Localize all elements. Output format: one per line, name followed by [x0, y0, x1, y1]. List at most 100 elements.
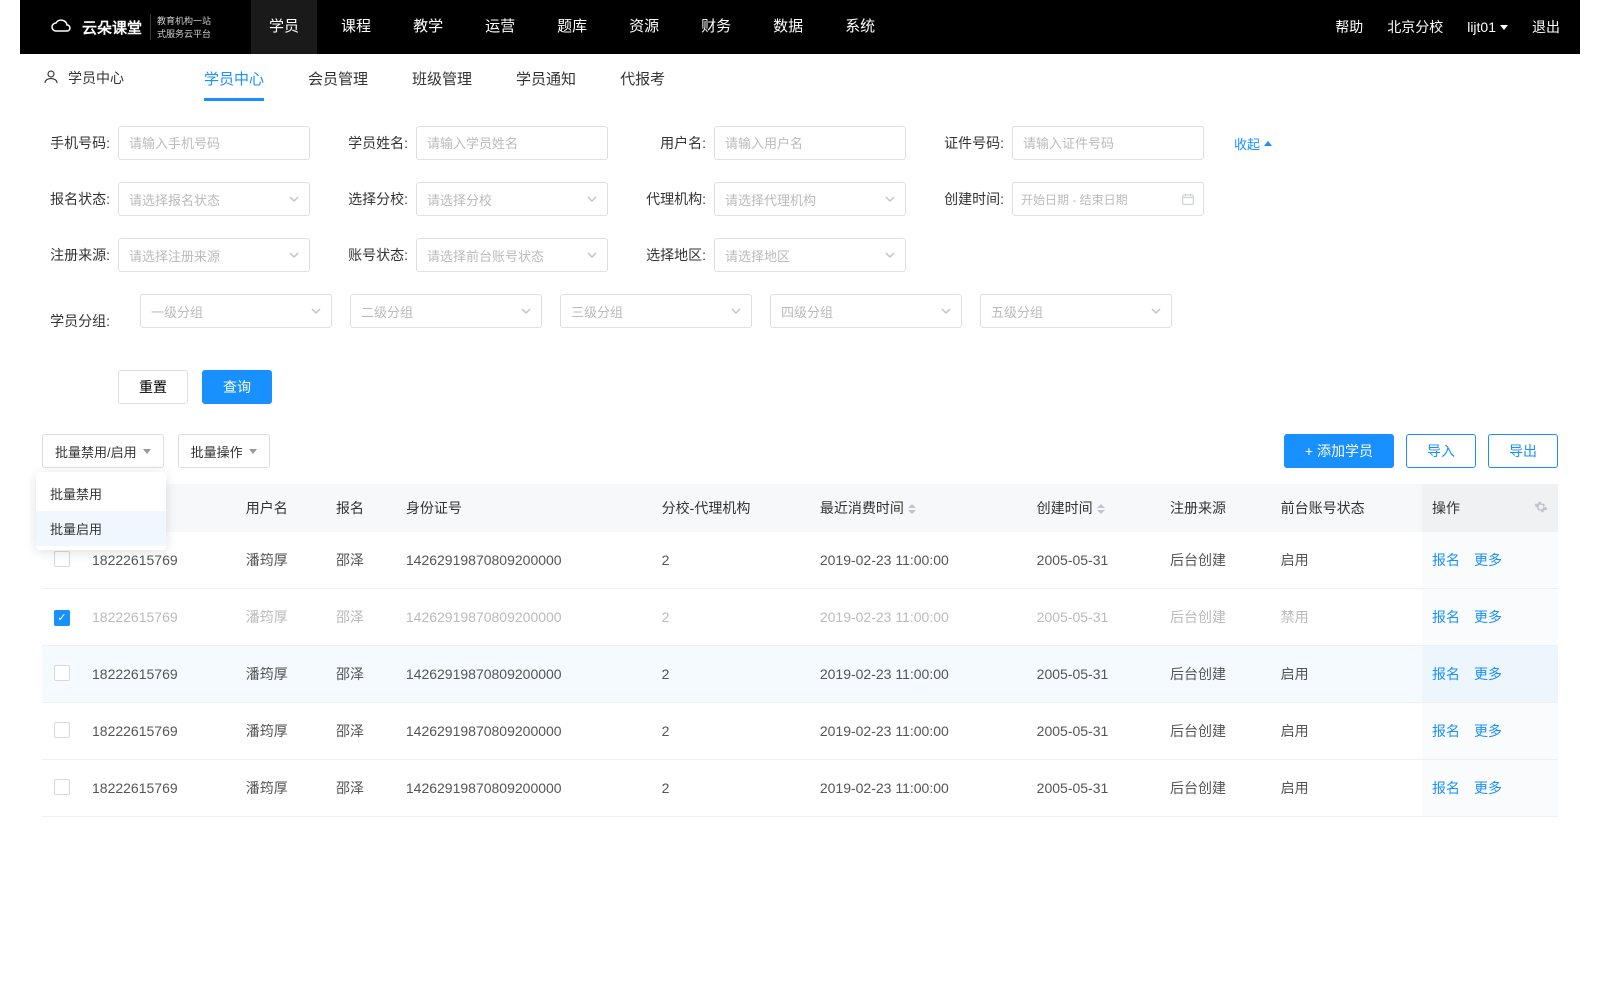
row-signup-action[interactable]: 报名	[1432, 723, 1460, 739]
group-select-2[interactable]: 二级分组	[350, 294, 542, 328]
add-student-button[interactable]: + 添加学员	[1284, 434, 1394, 468]
cell-username: 潘筠厚	[236, 646, 326, 703]
col-last-consume[interactable]: 最近消费时间	[810, 484, 1027, 532]
row-checkbox[interactable]	[54, 551, 70, 567]
brand-name: 云朵课堂	[82, 17, 142, 38]
nav-item-1[interactable]: 课程	[323, 0, 389, 54]
sub-tab-3[interactable]: 学员通知	[516, 56, 576, 101]
cell-idno: 14262919870809200000	[396, 589, 652, 646]
row-signup-action[interactable]: 报名	[1432, 666, 1460, 682]
cell-branch: 2	[652, 703, 810, 760]
help-link[interactable]: 帮助	[1335, 17, 1363, 37]
group-label: 学员分组:	[42, 311, 110, 331]
sub-tab-2[interactable]: 班级管理	[412, 56, 472, 101]
col-signup: 报名	[326, 484, 396, 532]
col-ops: 操作	[1422, 484, 1524, 532]
table-toolbar: 批量禁用/启用 批量禁用批量启用 批量操作 + 添加学员 导入 导出	[0, 404, 1600, 484]
nav-item-4[interactable]: 题库	[539, 0, 605, 54]
filter-select[interactable]: 请选择代理机构	[714, 182, 906, 216]
table-row: 18222615769潘筠厚邵泽142629198708092000002201…	[42, 760, 1558, 817]
group-select-5[interactable]: 五级分组	[980, 294, 1172, 328]
import-button[interactable]: 导入	[1406, 434, 1476, 468]
nav-item-5[interactable]: 资源	[611, 0, 677, 54]
row-more-action[interactable]: 更多	[1474, 666, 1502, 682]
nav-item-8[interactable]: 系统	[827, 0, 893, 54]
filter-select[interactable]: 请选择前台账号状态	[416, 238, 608, 272]
dropdown-option[interactable]: 批量禁用	[36, 476, 166, 511]
nav-item-7[interactable]: 数据	[755, 0, 821, 54]
branch-link[interactable]: 北京分校	[1387, 17, 1443, 37]
cell-username: 潘筠厚	[236, 532, 326, 589]
caret-down-icon	[1500, 25, 1508, 30]
cell-source: 后台创建	[1160, 532, 1271, 589]
brand-tagline: 教育机构一站式服务云平台	[150, 14, 211, 40]
group-select-1[interactable]: 一级分组	[140, 294, 332, 328]
group-select-3[interactable]: 三级分组	[560, 294, 752, 328]
batch-toggle-dropdown[interactable]: 批量禁用/启用	[42, 434, 164, 468]
filter-label: 选择分校:	[340, 189, 408, 209]
cell-consume: 2019-02-23 11:00:00	[810, 646, 1027, 703]
filter-date-range[interactable]: 开始日期 - 结束日期	[1012, 182, 1204, 216]
row-more-action[interactable]: 更多	[1474, 552, 1502, 568]
sub-tab-4[interactable]: 代报考	[620, 56, 665, 101]
sub-tab-0[interactable]: 学员中心	[204, 56, 264, 101]
cell-status: 启用	[1271, 760, 1422, 817]
cell-signup: 邵泽	[326, 646, 396, 703]
cell-create: 2005-05-31	[1027, 532, 1160, 589]
row-signup-action[interactable]: 报名	[1432, 552, 1460, 568]
cell-consume: 2019-02-23 11:00:00	[810, 760, 1027, 817]
row-more-action[interactable]: 更多	[1474, 723, 1502, 739]
nav-item-0[interactable]: 学员	[251, 0, 317, 54]
cell-branch: 2	[652, 760, 810, 817]
filter-label: 用户名:	[638, 133, 706, 153]
cell-branch: 2	[652, 532, 810, 589]
row-checkbox[interactable]: ✓	[54, 610, 70, 626]
row-more-action[interactable]: 更多	[1474, 780, 1502, 796]
nav-item-6[interactable]: 财务	[683, 0, 749, 54]
logout-link[interactable]: 退出	[1532, 17, 1560, 37]
filter-input[interactable]	[714, 126, 906, 160]
row-signup-action[interactable]: 报名	[1432, 609, 1460, 625]
reset-button[interactable]: 重置	[118, 370, 188, 404]
col-username: 用户名	[236, 484, 326, 532]
col-status: 前台账号状态	[1271, 484, 1422, 532]
nav-item-2[interactable]: 教学	[395, 0, 461, 54]
cell-source: 后台创建	[1160, 760, 1271, 817]
row-signup-action[interactable]: 报名	[1432, 780, 1460, 796]
table-row: ✓18222615769潘筠厚邵泽14262919870809200000220…	[42, 589, 1558, 646]
filter-select[interactable]: 请选择报名状态	[118, 182, 310, 216]
cell-username: 潘筠厚	[236, 589, 326, 646]
filter-input[interactable]	[416, 126, 608, 160]
cell-create: 2005-05-31	[1027, 589, 1160, 646]
chevron-down-icon	[249, 449, 257, 454]
row-more-action[interactable]: 更多	[1474, 609, 1502, 625]
batch-ops-dropdown[interactable]: 批量操作	[178, 434, 270, 468]
export-button[interactable]: 导出	[1488, 434, 1558, 468]
filter-select[interactable]: 请选择地区	[714, 238, 906, 272]
filter-input[interactable]	[1012, 126, 1204, 160]
gear-icon[interactable]	[1534, 501, 1548, 517]
chevron-down-icon	[143, 449, 151, 454]
filter-select[interactable]: 请选择分校	[416, 182, 608, 216]
row-checkbox[interactable]	[54, 779, 70, 795]
sort-icon[interactable]	[908, 504, 916, 514]
filter-label: 手机号码:	[42, 133, 110, 153]
search-button[interactable]: 查询	[202, 370, 272, 404]
nav-item-3[interactable]: 运营	[467, 0, 533, 54]
filter-label: 报名状态:	[42, 189, 110, 209]
main-nav-items: 学员课程教学运营题库资源财务数据系统	[251, 0, 1335, 54]
user-menu[interactable]: lijt01	[1467, 19, 1508, 35]
group-select-4[interactable]: 四级分组	[770, 294, 962, 328]
filter-select[interactable]: 请选择注册来源	[118, 238, 310, 272]
dropdown-option[interactable]: 批量启用	[36, 511, 166, 546]
cell-idno: 14262919870809200000	[396, 532, 652, 589]
filter-input[interactable]	[118, 126, 310, 160]
sub-tab-1[interactable]: 会员管理	[308, 56, 368, 101]
breadcrumb: 学员中心	[42, 68, 124, 89]
collapse-toggle[interactable]: 收起	[1234, 134, 1272, 153]
row-checkbox[interactable]	[54, 665, 70, 681]
sort-icon[interactable]	[1097, 504, 1105, 514]
col-create-time[interactable]: 创建时间	[1027, 484, 1160, 532]
filter-label: 账号状态:	[340, 245, 408, 265]
row-checkbox[interactable]	[54, 722, 70, 738]
